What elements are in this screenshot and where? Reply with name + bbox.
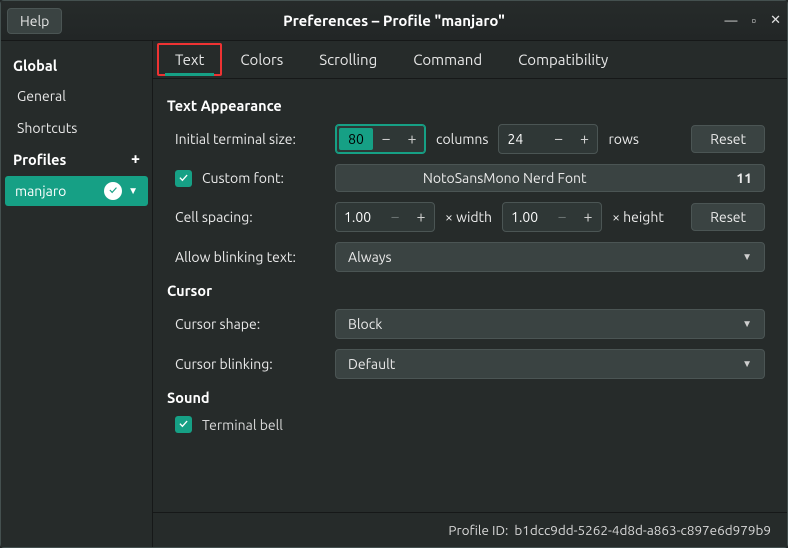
default-profile-icon: ✓ — [104, 182, 122, 200]
custom-font-checkbox[interactable]: ✓ — [175, 170, 192, 187]
row-initial-size: Initial terminal size: − + columns − + r… — [175, 124, 765, 154]
maximize-icon[interactable]: ▫ — [751, 13, 756, 28]
content: Text Appearance Initial terminal size: −… — [153, 79, 787, 512]
row-custom-font: ✓ Custom font: NotoSansMono Nerd Font 11 — [175, 164, 765, 192]
plus-icon[interactable]: + — [408, 203, 434, 231]
profile-id-label: Profile ID: — [448, 522, 508, 538]
tab-text[interactable]: Text — [157, 43, 222, 76]
add-profile-icon[interactable]: + — [131, 150, 140, 168]
sidebar-profiles-label: Profiles — [13, 151, 66, 168]
minimize-icon[interactable]: — — [725, 14, 738, 28]
section-sound: Sound — [167, 389, 765, 406]
terminal-bell-label: Terminal bell — [202, 417, 283, 433]
preferences-window: Help Preferences – Profile "manjaro" — ▫… — [0, 0, 788, 548]
minus-icon[interactable]: − — [382, 203, 408, 231]
cursor-shape-label: Cursor shape: — [175, 316, 325, 332]
minus-icon[interactable]: − — [373, 125, 399, 153]
tab-scrolling[interactable]: Scrolling — [301, 43, 395, 76]
rows-input[interactable] — [499, 131, 545, 147]
tab-command[interactable]: Command — [395, 43, 500, 76]
tab-colors[interactable]: Colors — [222, 43, 301, 76]
row-allow-blink: Allow blinking text: Always ▼ — [175, 242, 765, 272]
close-icon[interactable]: ✕ — [770, 13, 781, 28]
plus-icon[interactable]: + — [571, 125, 597, 153]
sidebar-header-profiles: Profiles + — [1, 144, 152, 174]
titlebar: Help Preferences – Profile "manjaro" — ▫… — [1, 1, 787, 41]
chevron-down-icon: ▼ — [742, 358, 752, 370]
sidebar: Global General Shortcuts Profiles + manj… — [1, 41, 153, 547]
row-cursor-shape: Cursor shape: Block ▼ — [175, 309, 765, 339]
columns-input[interactable] — [339, 128, 373, 150]
sidebar-global-label: Global — [13, 57, 57, 74]
allow-blink-label: Allow blinking text: — [175, 249, 325, 265]
cursor-shape-select[interactable]: Block ▼ — [335, 309, 765, 339]
custom-font-label: Custom font: — [202, 170, 284, 186]
cell-height-unit: × height — [612, 209, 664, 225]
profile-id-value: b1dcc9dd-5262-4d8d-a863-c897e6d979b9 — [514, 522, 771, 538]
profile-menu-icon[interactable]: ▼ — [128, 185, 138, 197]
columns-unit: columns — [436, 131, 488, 147]
cell-height-stepper[interactable]: − + — [502, 202, 602, 232]
section-text-appearance: Text Appearance — [167, 97, 765, 114]
cell-width-input[interactable] — [336, 209, 382, 225]
cell-spacing-label: Cell spacing: — [175, 209, 325, 225]
cursor-blink-value: Default — [348, 356, 395, 372]
allow-blink-select[interactable]: Always ▼ — [335, 242, 765, 272]
font-name: NotoSansMono Nerd Font — [423, 170, 587, 186]
sidebar-header-global: Global — [1, 51, 152, 80]
footer: Profile ID: b1dcc9dd-5262-4d8d-a863-c897… — [153, 512, 787, 547]
cell-width-unit: × width — [445, 209, 492, 225]
cell-height-input[interactable] — [503, 209, 549, 225]
allow-blink-value: Always — [348, 249, 392, 265]
rows-unit: rows — [608, 131, 638, 147]
chevron-down-icon: ▼ — [742, 251, 752, 263]
sidebar-item-manjaro[interactable]: manjaro ✓ ▼ — [5, 176, 148, 206]
help-button[interactable]: Help — [7, 8, 62, 34]
sidebar-item-shortcuts[interactable]: Shortcuts — [1, 112, 152, 144]
main: Text Colors Scrolling Command Compatibil… — [153, 41, 787, 547]
reset-size-button[interactable]: Reset — [691, 125, 765, 153]
reset-spacing-button[interactable]: Reset — [691, 203, 765, 231]
font-chooser-button[interactable]: NotoSansMono Nerd Font 11 — [335, 164, 765, 192]
row-cursor-blink: Cursor blinking: Default ▼ — [175, 349, 765, 379]
row-terminal-bell: ✓ Terminal bell — [175, 416, 765, 433]
tabs: Text Colors Scrolling Command Compatibil… — [153, 41, 787, 79]
cursor-shape-value: Block — [348, 316, 382, 332]
cell-width-stepper[interactable]: − + — [335, 202, 435, 232]
initial-size-label: Initial terminal size: — [175, 131, 325, 147]
sidebar-item-general[interactable]: General — [1, 80, 152, 112]
cursor-blink-select[interactable]: Default ▼ — [335, 349, 765, 379]
minus-icon[interactable]: − — [549, 203, 575, 231]
body: Global General Shortcuts Profiles + manj… — [1, 41, 787, 547]
window-title: Preferences – Profile "manjaro" — [283, 12, 505, 29]
terminal-bell-checkbox[interactable]: ✓ — [175, 416, 192, 433]
sidebar-item-label: manjaro — [15, 183, 66, 199]
cursor-blink-label: Cursor blinking: — [175, 356, 325, 372]
font-size: 11 — [736, 170, 752, 186]
row-cell-spacing: Cell spacing: − + × width − + × height R… — [175, 202, 765, 232]
chevron-down-icon: ▼ — [742, 318, 752, 330]
section-cursor: Cursor — [167, 282, 765, 299]
columns-stepper[interactable]: − + — [335, 124, 426, 154]
minus-icon[interactable]: − — [545, 125, 571, 153]
rows-stepper[interactable]: − + — [498, 124, 598, 154]
plus-icon[interactable]: + — [399, 125, 425, 153]
tab-compatibility[interactable]: Compatibility — [500, 43, 626, 76]
plus-icon[interactable]: + — [575, 203, 601, 231]
